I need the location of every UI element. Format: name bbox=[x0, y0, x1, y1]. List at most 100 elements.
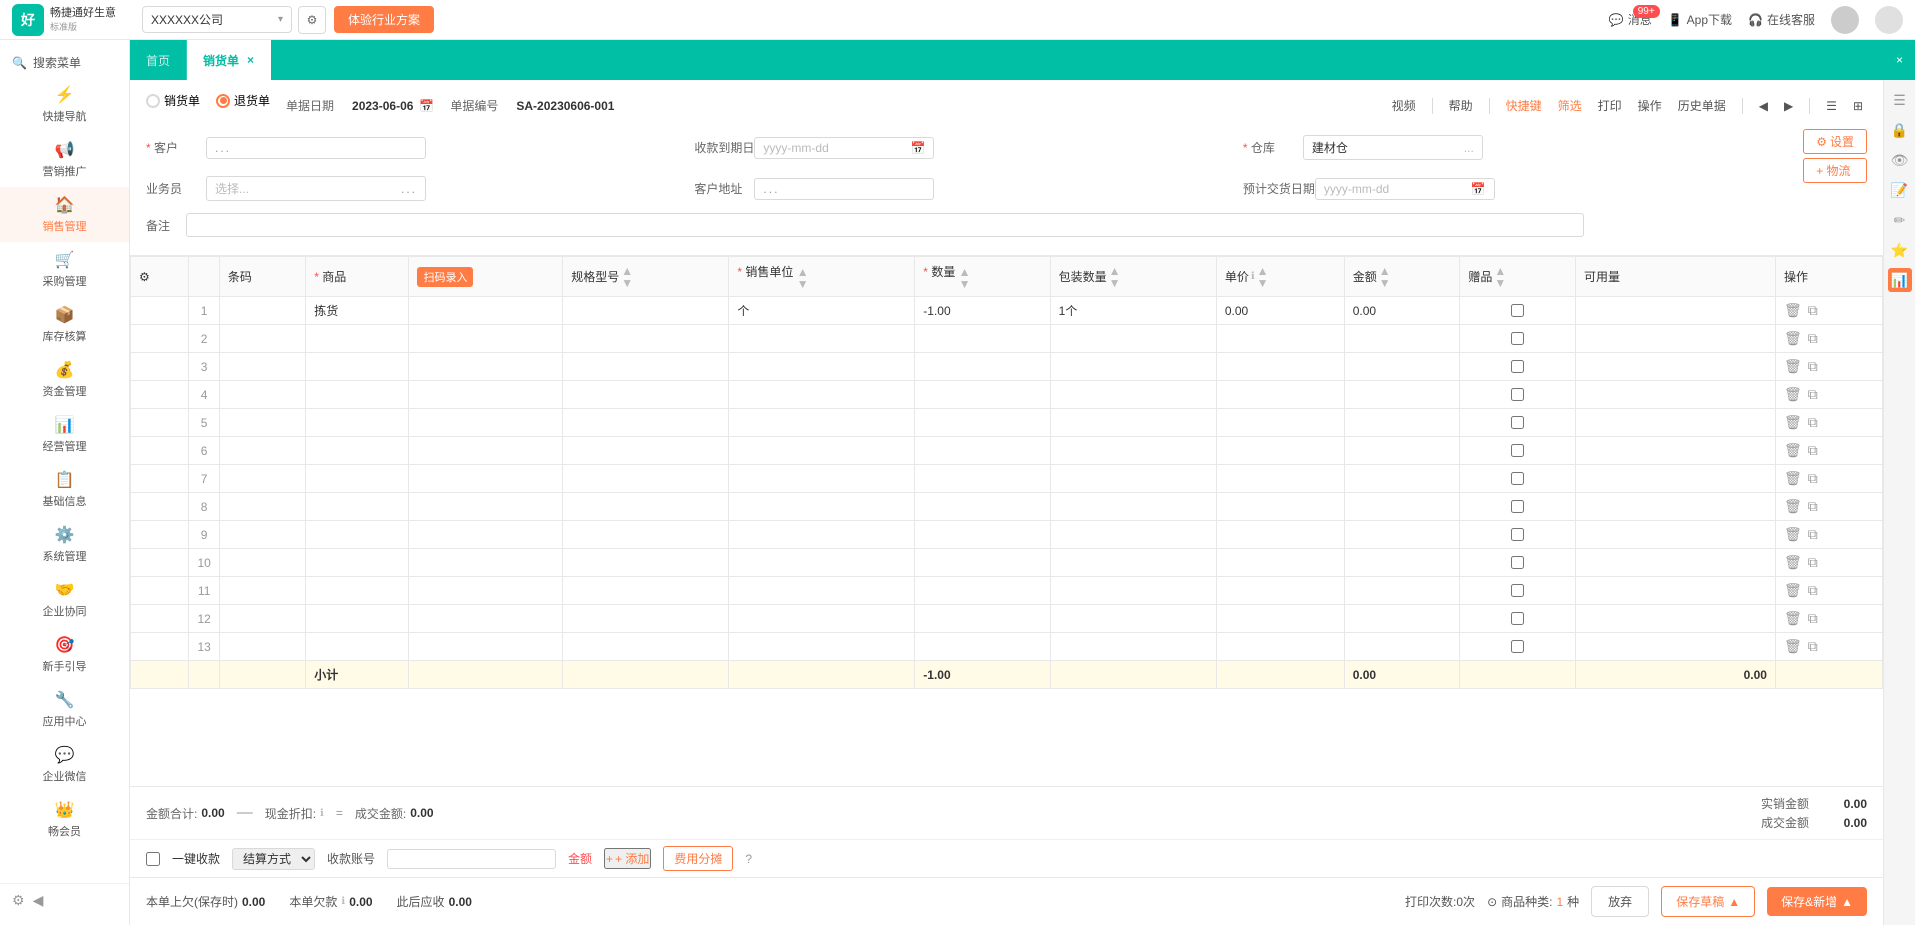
due-date-input[interactable]: yyyy-mm-dd 📅 bbox=[754, 137, 934, 159]
sidebar-item-sales-mgmt[interactable]: 🏠 销售管理 bbox=[0, 187, 129, 242]
sidebar-item-app-center[interactable]: 🔧 应用中心 bbox=[0, 682, 129, 737]
sidebar-item-finance[interactable]: 💰 资金管理 bbox=[0, 352, 129, 407]
collapse-icon[interactable]: ◀ bbox=[33, 892, 44, 909]
add-payment-btn[interactable]: + + 添加 bbox=[604, 848, 651, 869]
logistics-button[interactable]: + 物流 bbox=[1803, 158, 1867, 183]
operation-btn[interactable]: 操作 bbox=[1634, 95, 1666, 116]
sidebar-item-operation[interactable]: 📊 经营管理 bbox=[0, 407, 129, 462]
delete-icon[interactable]: 🗑 bbox=[1784, 330, 1802, 347]
copy-icon[interactable]: ⧉ bbox=[1808, 330, 1818, 347]
message-btn[interactable]: 💬 消息 99+ bbox=[1609, 11, 1652, 28]
video-btn[interactable]: 视频 bbox=[1388, 95, 1420, 116]
tab-close-icon[interactable]: × bbox=[247, 53, 254, 67]
owe-info-icon[interactable]: ℹ bbox=[341, 896, 345, 907]
sidebar-item-system-mgmt[interactable]: ⚙️ 系统管理 bbox=[0, 517, 129, 572]
copy-icon[interactable]: ⧉ bbox=[1808, 470, 1818, 487]
copy-icon[interactable]: ⧉ bbox=[1808, 638, 1818, 655]
row-price[interactable]: 0.00 bbox=[1216, 297, 1344, 325]
service-btn[interactable]: 🎧 在线客服 bbox=[1748, 11, 1815, 28]
row-gift[interactable] bbox=[1460, 297, 1576, 325]
account-input[interactable] bbox=[387, 849, 556, 869]
payment-checkbox[interactable] bbox=[146, 852, 160, 866]
help2-icon[interactable]: ? bbox=[745, 852, 752, 866]
sidebar-item-quick-nav[interactable]: ⚡ 快捷导航 bbox=[0, 77, 129, 132]
delete-icon[interactable]: 🗑 bbox=[1784, 302, 1802, 319]
sidebar-item-member[interactable]: 👑 畅会员 bbox=[0, 792, 129, 847]
save-new-button[interactable]: 保存&新增 ▲ bbox=[1767, 887, 1867, 916]
tab-sales-order[interactable]: 销货单 × bbox=[187, 40, 271, 80]
warehouse-input[interactable]: 建材仓 ... bbox=[1303, 135, 1483, 160]
right-panel-icon-3[interactable]: 👁 bbox=[1888, 148, 1912, 172]
row-qty[interactable]: -1.00 bbox=[915, 297, 1050, 325]
shortcut-btn[interactable]: 快捷键 bbox=[1502, 95, 1546, 116]
salesperson-input[interactable]: 选择... ... bbox=[206, 176, 426, 201]
sidebar-item-beginner[interactable]: 🎯 新手引导 bbox=[0, 627, 129, 682]
tab-home[interactable]: 首页 bbox=[130, 40, 187, 80]
save-draft-button[interactable]: 保存草稿 ▲ bbox=[1661, 886, 1755, 917]
settings-icon[interactable]: ⚙ bbox=[298, 6, 326, 34]
copy-icon[interactable]: ⧉ bbox=[1808, 610, 1818, 627]
history-btn[interactable]: 历史单据 bbox=[1674, 95, 1730, 116]
help-btn[interactable]: 帮助 bbox=[1445, 95, 1477, 116]
customer-addr-input[interactable]: ... bbox=[754, 178, 934, 200]
avatar-extra[interactable] bbox=[1875, 6, 1903, 34]
filter-btn[interactable]: 筛选 bbox=[1554, 95, 1586, 116]
calendar-icon[interactable]: 📅 bbox=[419, 99, 434, 113]
sidebar-item-wechat[interactable]: 💬 企业微信 bbox=[0, 737, 129, 792]
copy-icon[interactable]: ⧉ bbox=[1808, 526, 1818, 543]
copy-icon[interactable]: ⧉ bbox=[1808, 442, 1818, 459]
grid-view-btn[interactable]: ⊞ bbox=[1849, 97, 1867, 115]
delete-icon[interactable]: 🗑 bbox=[1784, 498, 1802, 515]
delete-icon[interactable]: 🗑 bbox=[1784, 526, 1802, 543]
sidebar-search[interactable]: 🔍 搜索菜单 bbox=[0, 48, 129, 77]
tab-close-all[interactable]: × bbox=[1884, 40, 1915, 80]
expense-btn[interactable]: 费用分摊 bbox=[663, 846, 733, 871]
delete-icon[interactable]: 🗑 bbox=[1784, 358, 1802, 375]
note-input[interactable] bbox=[186, 213, 1584, 237]
copy-icon[interactable]: ⧉ bbox=[1808, 554, 1818, 571]
radio-return[interactable]: 退货单 bbox=[216, 92, 270, 109]
delete-icon[interactable]: 🗑 bbox=[1784, 414, 1802, 431]
discount-info-icon[interactable]: ℹ bbox=[320, 808, 324, 819]
copy-icon[interactable]: ⧉ bbox=[1808, 386, 1818, 403]
right-panel-icon-1[interactable]: ☰ bbox=[1888, 88, 1912, 112]
copy-icon[interactable]: ⧉ bbox=[1808, 358, 1818, 375]
col-gear[interactable]: ⚙ bbox=[131, 257, 189, 297]
next-btn[interactable]: ▶ bbox=[1780, 97, 1797, 115]
delete-icon[interactable]: 🗑 bbox=[1784, 610, 1802, 627]
list-view-btn[interactable]: ☰ bbox=[1822, 97, 1841, 115]
setup-button[interactable]: ⚙ 设置 bbox=[1803, 129, 1867, 154]
sidebar-item-inventory[interactable]: 📦 库存核算 bbox=[0, 297, 129, 352]
delete-icon[interactable]: 🗑 bbox=[1784, 386, 1802, 403]
avatar[interactable] bbox=[1831, 6, 1859, 34]
copy-icon[interactable]: ⧉ bbox=[1808, 414, 1818, 431]
right-panel-icon-5[interactable]: ✏ bbox=[1888, 208, 1912, 232]
delete-icon[interactable]: 🗑 bbox=[1784, 638, 1802, 655]
sidebar-item-enterprise[interactable]: 🤝 企业协同 bbox=[0, 572, 129, 627]
expected-date-input[interactable]: yyyy-mm-dd 📅 bbox=[1315, 178, 1495, 200]
settings-bottom-icon[interactable]: ⚙ bbox=[12, 892, 25, 909]
copy-icon[interactable]: ⧉ bbox=[1808, 498, 1818, 515]
abandon-button[interactable]: 放弃 bbox=[1591, 886, 1649, 917]
delete-icon[interactable]: 🗑 bbox=[1784, 470, 1802, 487]
copy-icon[interactable]: ⧉ bbox=[1808, 582, 1818, 599]
customer-input[interactable]: ... bbox=[206, 137, 426, 159]
print-btn[interactable]: 打印 bbox=[1594, 95, 1626, 116]
copy-icon[interactable]: ⧉ bbox=[1808, 302, 1818, 319]
sku-select-icon[interactable]: ⊙ bbox=[1487, 895, 1497, 909]
radio-sale[interactable]: 销货单 bbox=[146, 92, 200, 109]
right-panel-icon-2[interactable]: 🔒 bbox=[1888, 118, 1912, 142]
scan-button[interactable]: 扫码录入 bbox=[417, 267, 473, 287]
app-download-btn[interactable]: 📱 App下载 bbox=[1668, 11, 1732, 28]
sidebar-item-purchase-mgmt[interactable]: 🛒 采购管理 bbox=[0, 242, 129, 297]
sidebar-item-basic-info[interactable]: 📋 基础信息 bbox=[0, 462, 129, 517]
right-panel-icon-7[interactable]: 📊 bbox=[1888, 268, 1912, 292]
sidebar-item-marketing[interactable]: 📢 营销推广 bbox=[0, 132, 129, 187]
company-selector[interactable]: XXXXXX公司 ▾ bbox=[142, 6, 292, 33]
row-product[interactable]: 拣货 bbox=[306, 297, 409, 325]
delete-icon[interactable]: 🗑 bbox=[1784, 554, 1802, 571]
delete-icon[interactable]: 🗑 bbox=[1784, 442, 1802, 459]
col-scan[interactable]: 扫码录入 bbox=[409, 257, 563, 297]
trial-button[interactable]: 体验行业方案 bbox=[334, 6, 434, 33]
delete-icon[interactable]: 🗑 bbox=[1784, 582, 1802, 599]
